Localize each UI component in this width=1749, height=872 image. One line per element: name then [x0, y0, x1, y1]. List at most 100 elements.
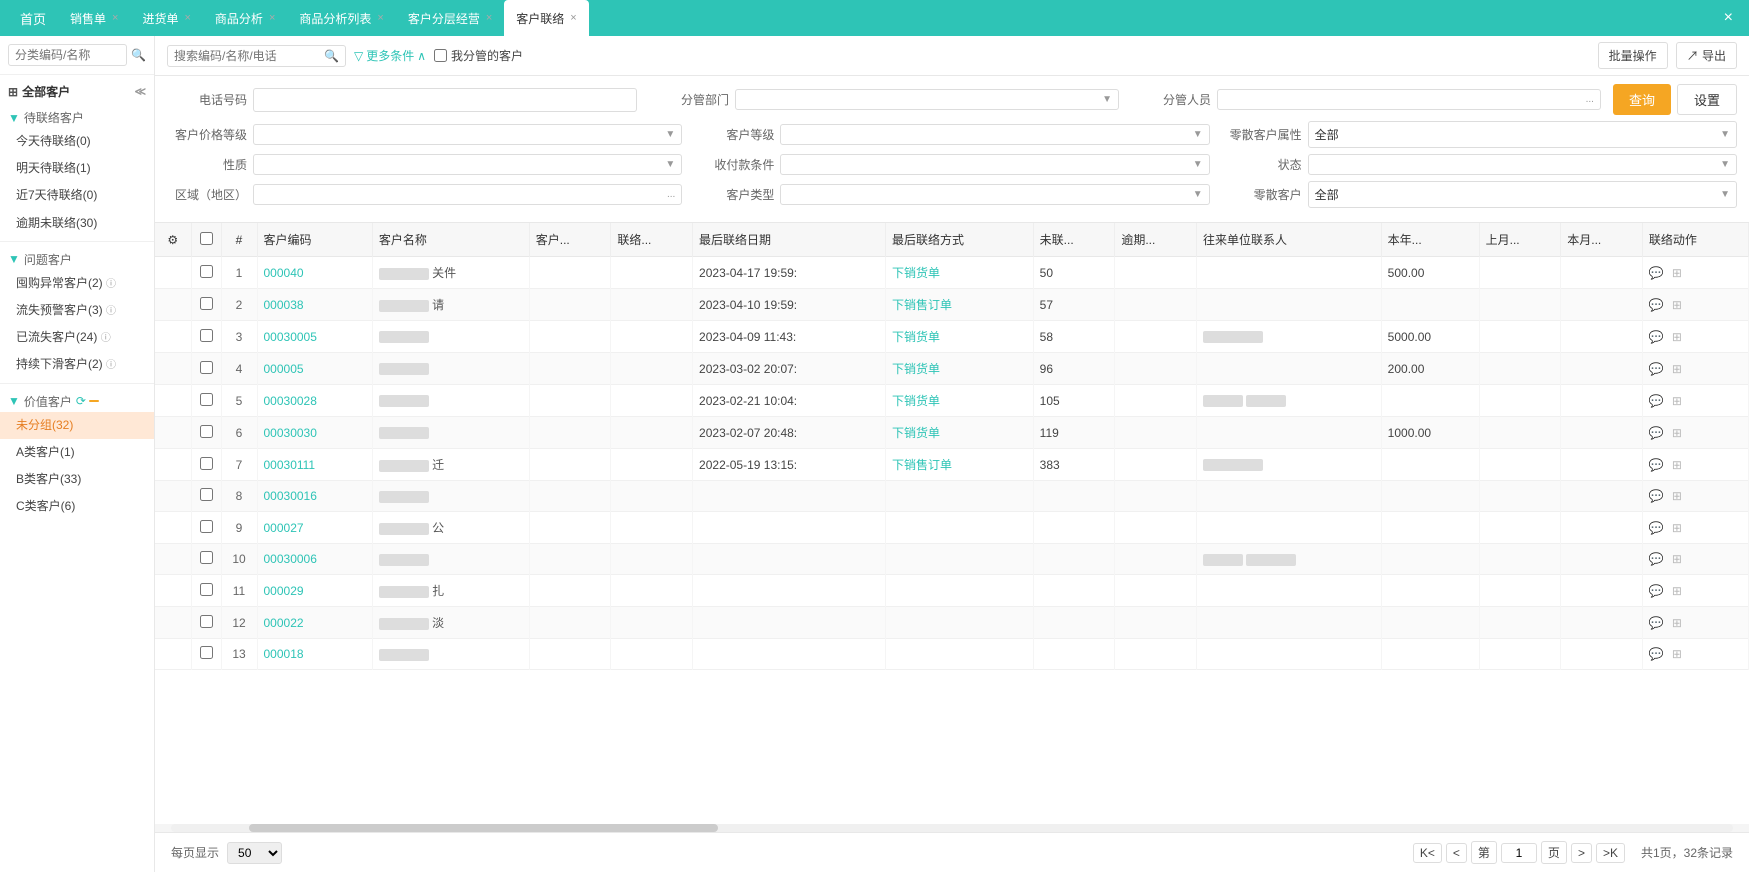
- home-tab[interactable]: 首页: [8, 9, 58, 28]
- action-grid-icon[interactable]: ⊞: [1672, 458, 1682, 472]
- th-checkbox[interactable]: [191, 223, 221, 257]
- action-grid-icon[interactable]: ⊞: [1672, 521, 1682, 535]
- row-checkbox[interactable]: [200, 297, 213, 310]
- value-customers-group[interactable]: ▼ 价值客户 ⟳: [0, 388, 154, 412]
- row-checkbox[interactable]: [200, 393, 213, 406]
- tab-purchase-close[interactable]: ×: [184, 12, 190, 24]
- filter-dept-select[interactable]: ▼: [735, 89, 1119, 110]
- filter-scatter-select[interactable]: 全部 ▼: [1308, 181, 1737, 208]
- my-customers-checkbox[interactable]: [434, 49, 447, 62]
- td-cb[interactable]: [191, 512, 221, 544]
- filter-nature-select[interactable]: ▼: [253, 154, 682, 175]
- tab-product-list[interactable]: 商品分析列表 ×: [287, 0, 395, 36]
- action-chat-icon[interactable]: 💬: [1649, 552, 1664, 566]
- last-page-button[interactable]: >K: [1596, 843, 1625, 863]
- last-contact-way-link[interactable]: 下销货单: [892, 330, 940, 344]
- scrollbar-thumb[interactable]: [249, 824, 718, 832]
- td-cb[interactable]: [191, 289, 221, 321]
- action-chat-icon[interactable]: 💬: [1649, 266, 1664, 280]
- filter-region-select[interactable]: ...: [253, 184, 682, 205]
- last-contact-way-link[interactable]: 下销货单: [892, 426, 940, 440]
- action-chat-icon[interactable]: 💬: [1649, 426, 1664, 440]
- td-cb[interactable]: [191, 481, 221, 512]
- batch-op-button[interactable]: 批量操作: [1598, 42, 1668, 69]
- row-checkbox[interactable]: [200, 361, 213, 374]
- last-contact-way-link[interactable]: 下销货单: [892, 362, 940, 376]
- row-checkbox[interactable]: [200, 457, 213, 470]
- page-input[interactable]: [1501, 843, 1537, 863]
- action-chat-icon[interactable]: 💬: [1649, 458, 1664, 472]
- horizontal-scrollbar[interactable]: [171, 824, 1733, 832]
- action-chat-icon[interactable]: 💬: [1649, 647, 1664, 661]
- td-cb[interactable]: [191, 385, 221, 417]
- row-checkbox[interactable]: [200, 329, 213, 342]
- td-cb[interactable]: [191, 321, 221, 353]
- sidebar-item-unclassified[interactable]: 未分组(32): [0, 412, 154, 439]
- row-checkbox[interactable]: [200, 488, 213, 501]
- filter-phone-input[interactable]: [253, 88, 637, 112]
- action-grid-icon[interactable]: ⊞: [1672, 362, 1682, 376]
- action-grid-icon[interactable]: ⊞: [1672, 330, 1682, 344]
- td-cb[interactable]: [191, 575, 221, 607]
- row-checkbox[interactable]: [200, 615, 213, 628]
- filter-price-tier-select[interactable]: ▼: [253, 124, 682, 145]
- sidebar-item-declining[interactable]: 持续下滑客户(2) ⓘ: [0, 351, 154, 378]
- row-checkbox[interactable]: [200, 265, 213, 278]
- th-settings[interactable]: ⚙: [155, 223, 191, 257]
- all-customers-header[interactable]: ⊞ 全部客户 ≪: [0, 75, 154, 104]
- action-chat-icon[interactable]: 💬: [1649, 489, 1664, 503]
- problem-customers-group[interactable]: ▼ 问题客户: [0, 246, 154, 270]
- my-customers-checkbox-wrap[interactable]: 我分管的客户: [434, 47, 523, 64]
- row-checkbox[interactable]: [200, 520, 213, 533]
- close-all-button[interactable]: ×: [1716, 9, 1741, 27]
- select-all-checkbox[interactable]: [200, 232, 213, 245]
- tab-customer-tier[interactable]: 客户分层经营 ×: [396, 0, 504, 36]
- reset-button[interactable]: 设置: [1677, 84, 1737, 115]
- row-checkbox[interactable]: [200, 551, 213, 564]
- action-grid-icon[interactable]: ⊞: [1672, 394, 1682, 408]
- sidebar-item-7days[interactable]: 近7天待联络(0): [0, 182, 154, 209]
- action-chat-icon[interactable]: 💬: [1649, 394, 1664, 408]
- tab-sales[interactable]: 销售单 ×: [58, 0, 130, 36]
- filter-payment-select[interactable]: ▼: [780, 154, 1209, 175]
- action-grid-icon[interactable]: ⊞: [1672, 552, 1682, 566]
- action-grid-icon[interactable]: ⊞: [1672, 298, 1682, 312]
- sidebar-collapse-icon[interactable]: ≪: [134, 85, 146, 98]
- search-input[interactable]: [174, 49, 324, 63]
- tab-product-list-close[interactable]: ×: [377, 12, 383, 24]
- action-grid-icon[interactable]: ⊞: [1672, 426, 1682, 440]
- last-contact-way-link[interactable]: 下销货单: [892, 266, 940, 280]
- td-cb[interactable]: [191, 257, 221, 289]
- sidebar-item-class-b[interactable]: B类客户(33): [0, 466, 154, 493]
- action-chat-icon[interactable]: 💬: [1649, 616, 1664, 630]
- sidebar-item-today[interactable]: 今天待联络(0): [0, 128, 154, 155]
- row-checkbox[interactable]: [200, 425, 213, 438]
- sidebar-item-abnormal[interactable]: 囤购异常客户(2) ⓘ: [0, 270, 154, 297]
- action-chat-icon[interactable]: 💬: [1649, 521, 1664, 535]
- pending-contact-group[interactable]: ▼ 待联络客户: [0, 104, 154, 128]
- tab-customer-contact[interactable]: 客户联络 ×: [504, 0, 588, 36]
- tab-product-analysis[interactable]: 商品分析 ×: [203, 0, 287, 36]
- sidebar-item-churned[interactable]: 已流失客户(24) ⓘ: [0, 324, 154, 351]
- td-cb[interactable]: [191, 449, 221, 481]
- first-page-button[interactable]: K<: [1413, 843, 1442, 863]
- export-button[interactable]: ↗ 导出: [1676, 42, 1737, 69]
- filter-search-icon[interactable]: 🔍: [324, 49, 339, 63]
- action-grid-icon[interactable]: ⊞: [1672, 616, 1682, 630]
- td-cb[interactable]: [191, 639, 221, 670]
- sidebar-item-tomorrow[interactable]: 明天待联络(1): [0, 155, 154, 182]
- more-conditions-button[interactable]: ▽ 更多条件 ∧: [354, 47, 426, 64]
- action-chat-icon[interactable]: 💬: [1649, 362, 1664, 376]
- last-contact-way-link[interactable]: 下销售订单: [892, 458, 952, 472]
- last-contact-way-link[interactable]: 下销售订单: [892, 298, 952, 312]
- next-page-button[interactable]: >: [1571, 843, 1592, 863]
- tab-sales-close[interactable]: ×: [112, 12, 118, 24]
- last-contact-way-link[interactable]: 下销货单: [892, 394, 940, 408]
- action-chat-icon[interactable]: 💬: [1649, 330, 1664, 344]
- action-grid-icon[interactable]: ⊞: [1672, 584, 1682, 598]
- row-checkbox[interactable]: [200, 583, 213, 596]
- tab-customer-tier-close[interactable]: ×: [486, 12, 492, 24]
- category-search-icon[interactable]: 🔍: [131, 48, 146, 62]
- sidebar-item-class-c[interactable]: C类客户(6): [0, 493, 154, 520]
- action-grid-icon[interactable]: ⊞: [1672, 489, 1682, 503]
